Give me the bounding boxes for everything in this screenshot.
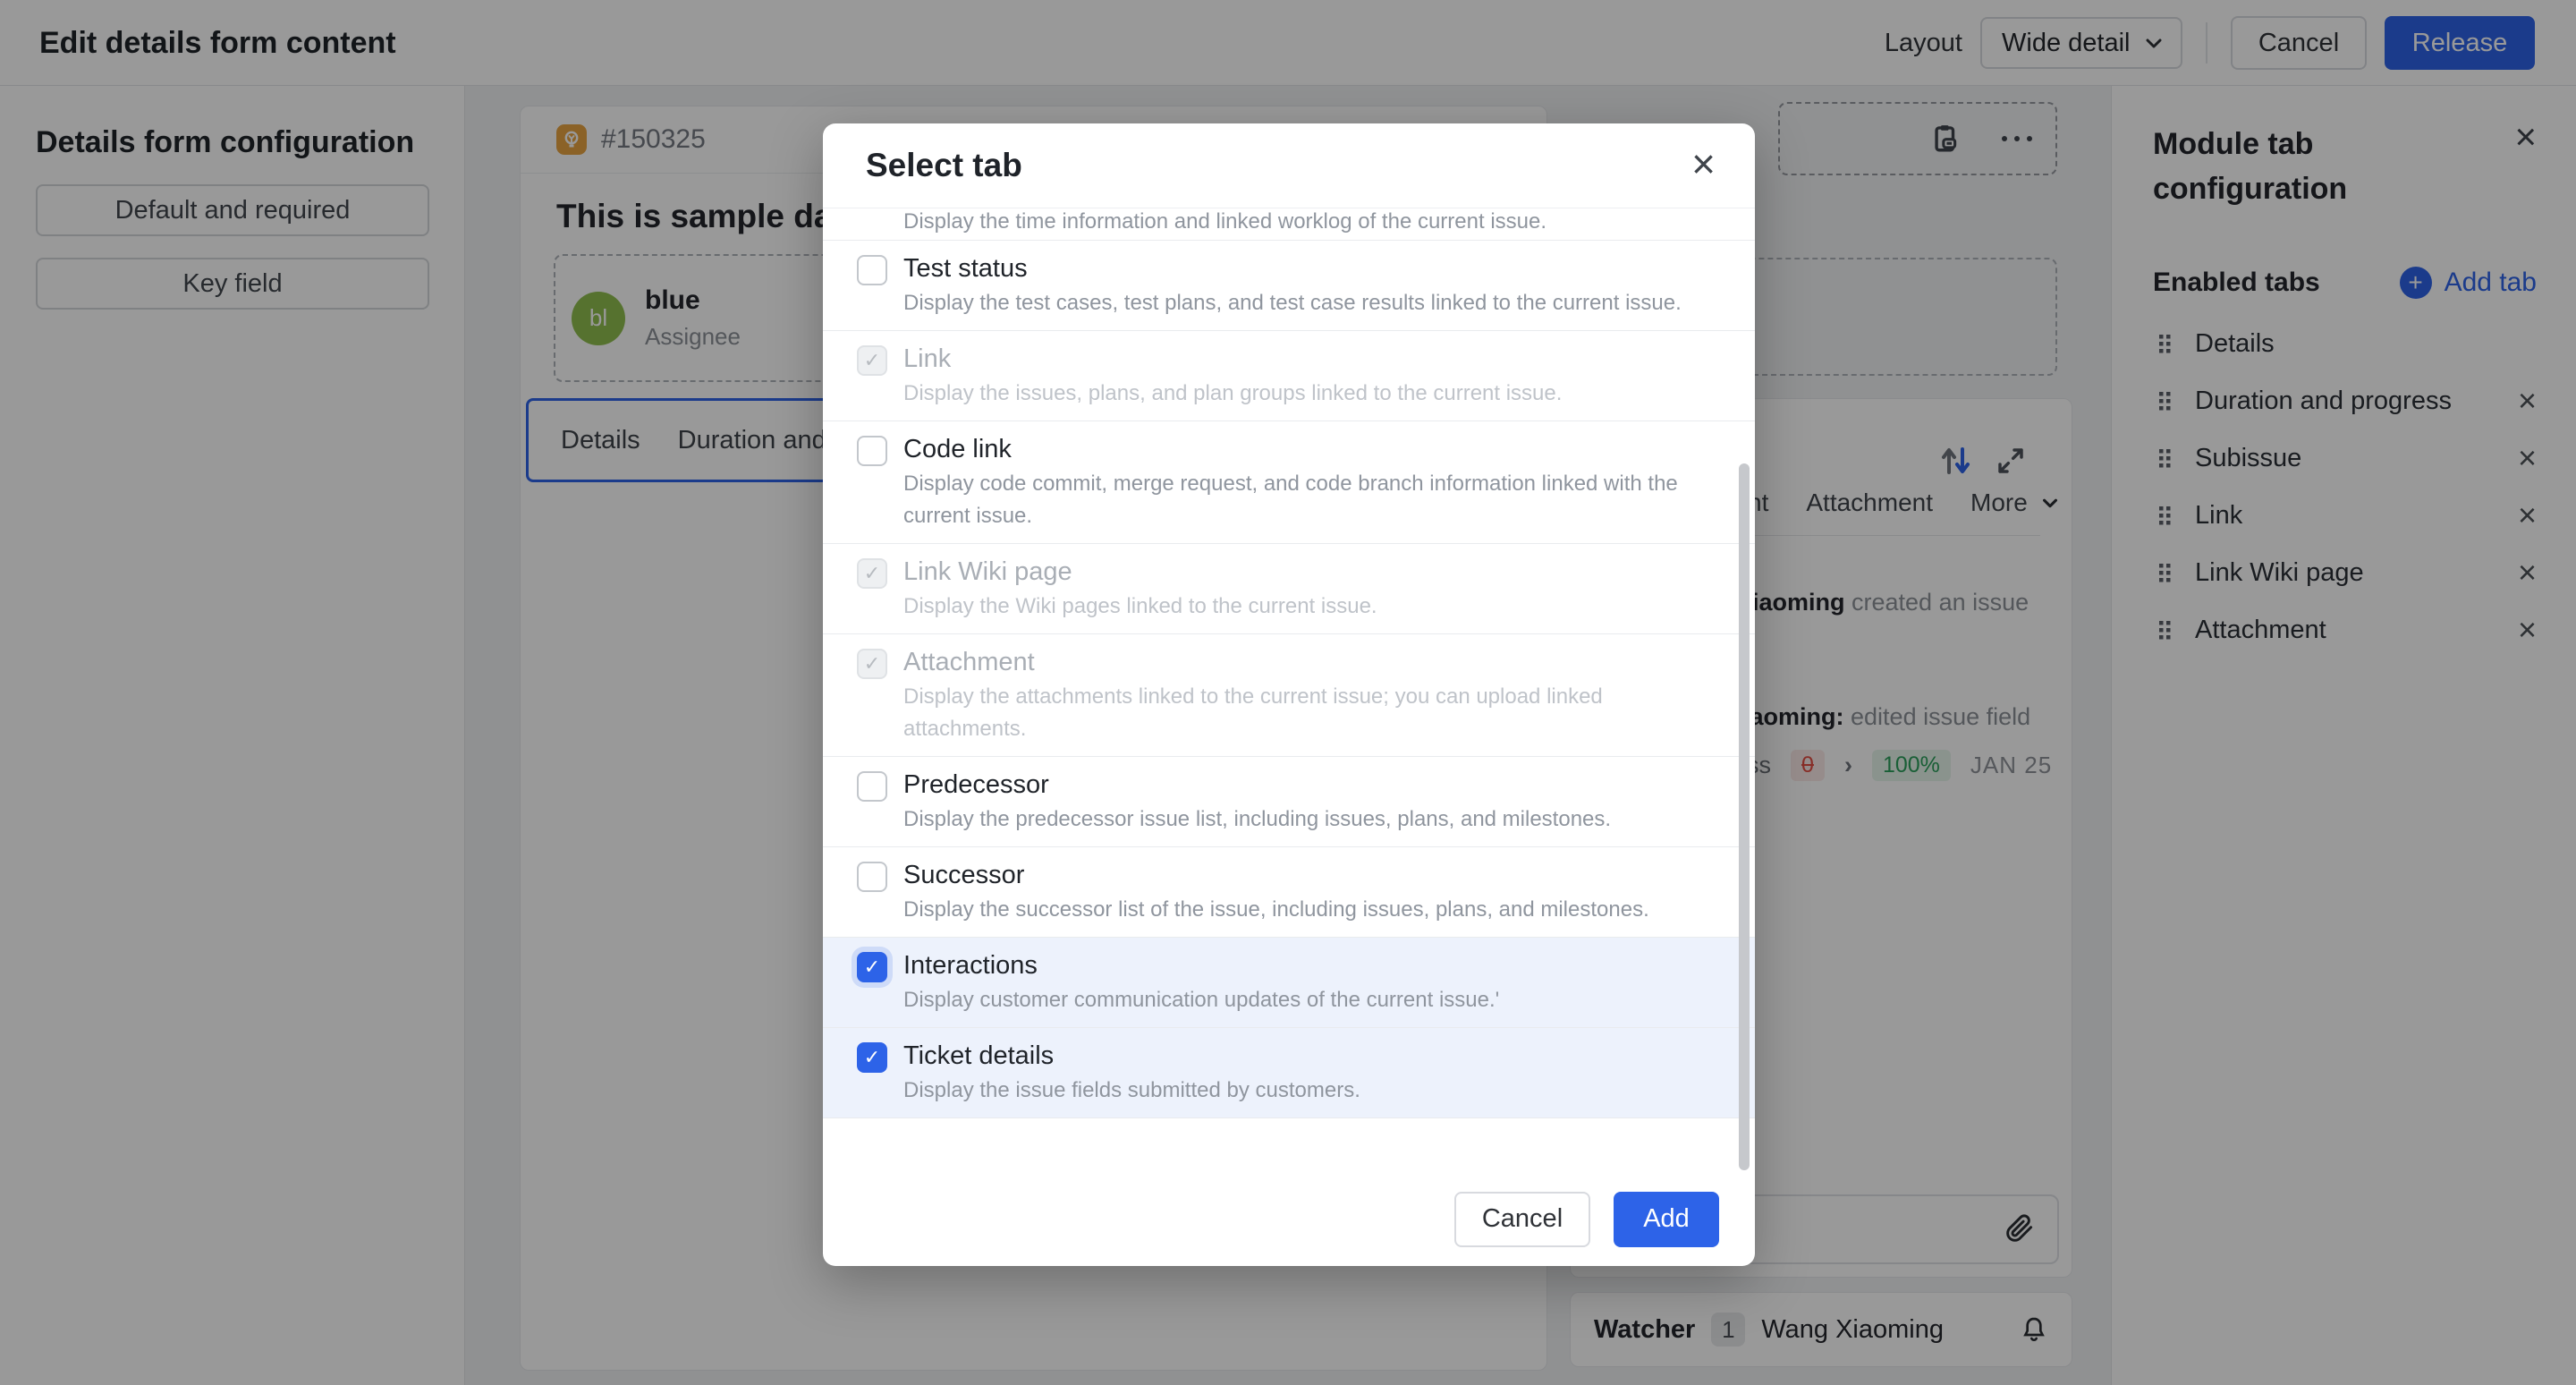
tab-option-label: Test status	[903, 254, 1028, 283]
close-icon[interactable]: ×	[1691, 143, 1716, 184]
tab-option-description: Display the Wiki pages linked to the cur…	[903, 594, 1377, 618]
tab-option-description: Display the successor list of the issue,…	[903, 897, 1649, 922]
tab-option-description: Display the attachments linked to the cu…	[903, 684, 1603, 741]
app-window: Edit details form content Layout Wide de…	[0, 0, 2576, 1385]
modal-header: Select tab ×	[823, 123, 1755, 208]
tab-option-label: Predecessor	[903, 770, 1049, 799]
tab-option-row-link-wiki-page: ✓ Link Wiki page Display the Wiki pages …	[823, 544, 1755, 634]
tab-option-row-code-link[interactable]: Code link Display code commit, merge req…	[823, 421, 1755, 544]
tab-option-description: Display the test cases, test plans, and …	[903, 291, 1682, 315]
tab-option-row-predecessor[interactable]: Predecessor Display the predecessor issu…	[823, 757, 1755, 847]
tab-option-description: Display the issue fields submitted by cu…	[903, 1078, 1360, 1102]
checkbox: ✓	[857, 649, 887, 679]
tab-option-row-partial[interactable]: Display the time information and linked …	[823, 208, 1755, 241]
select-tab-modal: Select tab × Display the time informatio…	[823, 123, 1755, 1266]
tab-option-label: Ticket details	[903, 1041, 1055, 1070]
tab-option-label: Interactions	[903, 951, 1038, 980]
checkbox[interactable]: ✓	[857, 1042, 887, 1073]
tab-option-row-successor[interactable]: Successor Display the successor list of …	[823, 847, 1755, 938]
tab-option-description: Display code commit, merge request, and …	[903, 472, 1678, 528]
modal-footer: Cancel Add	[823, 1172, 1755, 1266]
tab-option-row-test-status[interactable]: Test status Display the test cases, test…	[823, 241, 1755, 331]
tab-option-row-attachment: ✓ Attachment Display the attachments lin…	[823, 634, 1755, 757]
checkbox[interactable]: ✓	[857, 952, 887, 982]
checkbox: ✓	[857, 558, 887, 589]
checkbox[interactable]	[857, 436, 887, 466]
tab-option-label: Code link	[903, 435, 1012, 463]
tab-option-row-interactions[interactable]: ✓ Interactions Display customer communic…	[823, 938, 1755, 1028]
tab-option-description: Display the predecessor issue list, incl…	[903, 807, 1612, 831]
checkbox: ✓	[857, 345, 887, 376]
modal-add-button[interactable]: Add	[1614, 1191, 1719, 1247]
tab-option-description: Display the time information and linked …	[903, 209, 1547, 234]
scrollbar-thumb[interactable]	[1739, 463, 1750, 1170]
checkbox[interactable]	[857, 255, 887, 285]
tab-option-description: Display customer communication updates o…	[903, 988, 1500, 1012]
checkbox[interactable]	[857, 862, 887, 892]
tab-option-row-ticket-details[interactable]: ✓ Ticket details Display the issue field…	[823, 1028, 1755, 1118]
tab-option-label: Successor	[903, 861, 1025, 889]
tab-option-row-link: ✓ Link Display the issues, plans, and pl…	[823, 331, 1755, 421]
tab-options-list: Display the time information and linked …	[823, 208, 1755, 1172]
tab-option-label: Link Wiki page	[903, 557, 1072, 586]
tab-option-label: Attachment	[903, 648, 1035, 676]
modal-cancel-button[interactable]: Cancel	[1454, 1191, 1590, 1247]
tab-option-label: Link	[903, 344, 952, 373]
checkbox[interactable]	[857, 771, 887, 802]
tab-option-description: Display the issues, plans, and plan grou…	[903, 381, 1563, 405]
modal-title: Select tab	[866, 147, 1022, 183]
